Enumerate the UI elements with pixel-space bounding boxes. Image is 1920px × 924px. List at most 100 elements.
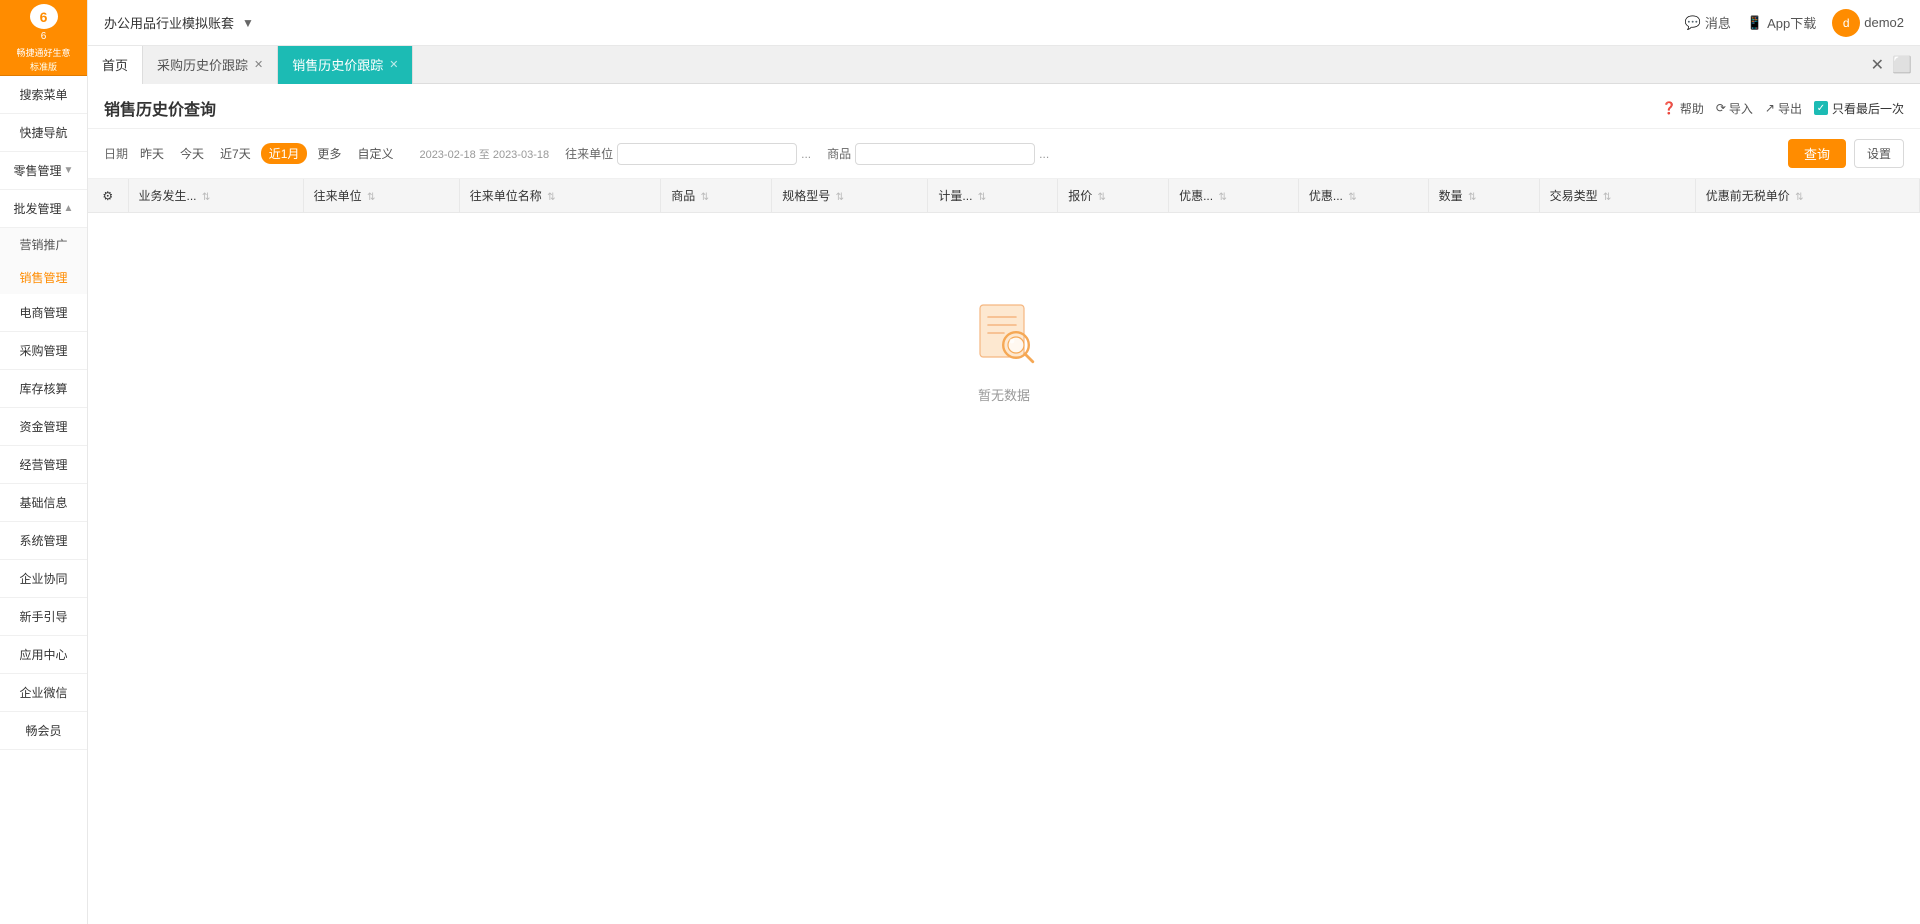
sales-history-tab-label: 销售历史价跟踪 <box>292 55 383 74</box>
sidebar-item-search-menu[interactable]: 搜索菜单 <box>0 76 87 114</box>
tab-home[interactable]: 首页 <box>88 46 143 84</box>
date-range-display: 2023-02-18 至 2023-03-18 <box>419 146 549 162</box>
table-col-spec[interactable]: 规格型号 ⇅ <box>772 179 928 213</box>
table-col-qty[interactable]: 数量 ⇅ <box>1428 179 1539 213</box>
sidebar-item-new-user-guide[interactable]: 新手引导 <box>0 598 87 636</box>
sidebar: 6 6 畅捷通好生意 标准版 搜索菜单 快捷导航 零售管理 ▼ 批发管理 ▲ 营… <box>0 0 88 924</box>
sidebar-item-enterprise-collab[interactable]: 企业协同 <box>0 560 87 598</box>
sort-icon: ⇅ <box>978 192 986 203</box>
app-sublabel: 标准版 <box>4 60 83 73</box>
sidebar-item-ecommerce-mgmt[interactable]: 电商管理 <box>0 294 87 332</box>
maximize-tab-button[interactable]: ⬜ <box>1892 55 1912 75</box>
download-icon: 📱 <box>1747 15 1763 31</box>
tab-purchase-history[interactable]: 采购历史价跟踪 ✕ <box>143 46 278 84</box>
chevron-down-icon: ▼ <box>64 165 74 176</box>
sidebar-item-quick-nav[interactable]: 快捷导航 <box>0 114 87 152</box>
app-download-button[interactable]: 📱 App下载 <box>1747 13 1816 32</box>
sidebar-item-finance-mgmt[interactable]: 资金管理 <box>0 408 87 446</box>
empty-icon <box>964 293 1044 373</box>
page-header-actions: ❓ 帮助 ⟳ 导入 ↗ 导出 ✓ 只看最后一次 <box>1662 100 1904 117</box>
goods-input[interactable] <box>855 143 1035 165</box>
import-button[interactable]: ⟳ 导入 <box>1716 100 1753 117</box>
help-icon: ❓ <box>1662 101 1677 115</box>
user-menu[interactable]: d demo2 <box>1832 9 1904 37</box>
topbar: 办公用品行业模拟账套 ▼ 💬 消息 📱 App下载 d demo2 <box>88 0 1920 46</box>
export-icon: ↗ <box>1765 101 1775 115</box>
close-purchase-history-tab[interactable]: ✕ <box>254 58 263 71</box>
tabs-bar: 首页 采购历史价跟踪 ✕ 销售历史价跟踪 ✕ ✕ ⬜ <box>88 46 1920 84</box>
filter-actions: 查询 设置 <box>1788 139 1904 168</box>
table-col-biz-date[interactable]: 业务发生... ⇅ <box>128 179 303 213</box>
workspace-title: 办公用品行业模拟账套 <box>104 13 234 32</box>
sort-icon: ⇅ <box>1348 192 1356 203</box>
sidebar-item-wholesale-mgmt[interactable]: 批发管理 ▲ <box>0 190 87 228</box>
date-btn-today[interactable]: 今天 <box>174 143 210 164</box>
page-content: 销售历史价查询 ❓ 帮助 ⟳ 导入 ↗ 导出 ✓ 只看最后一次 <box>88 84 1920 924</box>
close-sales-history-tab[interactable]: ✕ <box>389 58 398 71</box>
sidebar-item-app-center[interactable]: 应用中心 <box>0 636 87 674</box>
table-col-pretax-price[interactable]: 优惠前无税单价 ⇅ <box>1695 179 1919 213</box>
table-settings-col[interactable]: ⚙ <box>88 179 128 213</box>
app-name: 畅捷通好生意 <box>4 48 83 60</box>
date-filter-group: 日期 昨天 今天 近7天 近1月 更多 自定义 <box>104 143 399 164</box>
sidebar-item-vip-member[interactable]: 畅会员 <box>0 712 87 750</box>
import-icon: ⟳ <box>1716 101 1726 115</box>
partner-input[interactable] <box>617 143 797 165</box>
table-col-unit[interactable]: 计量... ⇅ <box>928 179 1058 213</box>
table-col-price[interactable]: 报价 ⇅ <box>1058 179 1169 213</box>
sidebar-item-basic-info[interactable]: 基础信息 <box>0 484 87 522</box>
tabs-actions: ✕ ⬜ <box>1871 55 1912 75</box>
app-logo: 6 6 <box>0 0 87 46</box>
search-button[interactable]: 查询 <box>1788 139 1846 168</box>
message-button[interactable]: 💬 消息 <box>1685 13 1731 32</box>
table-col-partner-name[interactable]: 往来单位名称 ⇅ <box>459 179 661 213</box>
goods-filter-group: 商品 ... <box>827 143 1049 165</box>
purchase-history-tab-label: 采购历史价跟踪 <box>157 55 248 74</box>
filter-bar: 日期 昨天 今天 近7天 近1月 更多 自定义 2023-02-18 至 202… <box>88 129 1920 179</box>
table-col-partner-code[interactable]: 往来单位 ⇅ <box>303 179 459 213</box>
logo-text: 6 <box>41 31 47 42</box>
partner-ellipsis-btn[interactable]: ... <box>801 147 811 161</box>
logo-icon: 6 <box>30 4 58 29</box>
sort-icon: ⇅ <box>1795 192 1803 203</box>
workspace-dropdown[interactable]: ▼ <box>242 16 254 30</box>
table-col-discount2[interactable]: 优惠... ⇅ <box>1298 179 1428 213</box>
date-buttons: 昨天 今天 近7天 近1月 更多 自定义 <box>134 143 399 164</box>
sidebar-item-sales-mgmt[interactable]: 销售管理 <box>0 261 87 294</box>
sidebar-item-enterprise-wechat[interactable]: 企业微信 <box>0 674 87 712</box>
gear-icon: ⚙ <box>102 189 113 203</box>
topbar-right: 💬 消息 📱 App下载 d demo2 <box>1685 9 1904 37</box>
help-button[interactable]: ❓ 帮助 <box>1662 100 1704 117</box>
topbar-left: 办公用品行业模拟账套 ▼ <box>104 13 254 32</box>
chevron-up-icon: ▲ <box>64 203 74 214</box>
date-btn-1month[interactable]: 近1月 <box>261 143 308 164</box>
page-header: 销售历史价查询 ❓ 帮助 ⟳ 导入 ↗ 导出 ✓ 只看最后一次 <box>88 84 1920 129</box>
sidebar-item-sys-mgmt[interactable]: 系统管理 <box>0 522 87 560</box>
tab-sales-history[interactable]: 销售历史价跟踪 ✕ <box>278 46 413 84</box>
date-label: 日期 <box>104 145 128 162</box>
sidebar-item-purchase-mgmt[interactable]: 采购管理 <box>0 332 87 370</box>
chevron-down-icon: ▼ <box>242 16 254 30</box>
date-btn-yesterday[interactable]: 昨天 <box>134 143 170 164</box>
date-btn-custom[interactable]: 自定义 <box>351 143 399 164</box>
table-col-goods[interactable]: 商品 ⇅ <box>661 179 772 213</box>
message-icon: 💬 <box>1685 15 1701 31</box>
table-col-discount1[interactable]: 优惠... ⇅ <box>1169 179 1299 213</box>
sidebar-item-retail-mgmt[interactable]: 零售管理 ▼ <box>0 152 87 190</box>
sort-icon: ⇅ <box>202 192 210 203</box>
only-last-checkbox[interactable]: ✓ 只看最后一次 <box>1814 100 1904 117</box>
sort-icon: ⇅ <box>1468 192 1476 203</box>
table-header-row: ⚙ 业务发生... ⇅ 往来单位 ⇅ 往来单位名称 ⇅ <box>88 179 1920 213</box>
main-area: 办公用品行业模拟账套 ▼ 💬 消息 📱 App下载 d demo2 <box>88 0 1920 924</box>
date-btn-7days[interactable]: 近7天 <box>214 143 257 164</box>
table-col-trade-type[interactable]: 交易类型 ⇅ <box>1539 179 1695 213</box>
sidebar-item-inventory[interactable]: 库存核算 <box>0 370 87 408</box>
sidebar-item-ops-mgmt[interactable]: 经营管理 <box>0 446 87 484</box>
goods-ellipsis-btn[interactable]: ... <box>1039 147 1049 161</box>
export-button[interactable]: ↗ 导出 <box>1765 100 1802 117</box>
date-btn-more[interactable]: 更多 <box>311 143 347 164</box>
settings-button[interactable]: 设置 <box>1854 139 1904 168</box>
sidebar-item-marketing[interactable]: 营销推广 <box>0 228 87 261</box>
goods-label: 商品 <box>827 145 851 162</box>
close-tab-button[interactable]: ✕ <box>1871 55 1884 75</box>
